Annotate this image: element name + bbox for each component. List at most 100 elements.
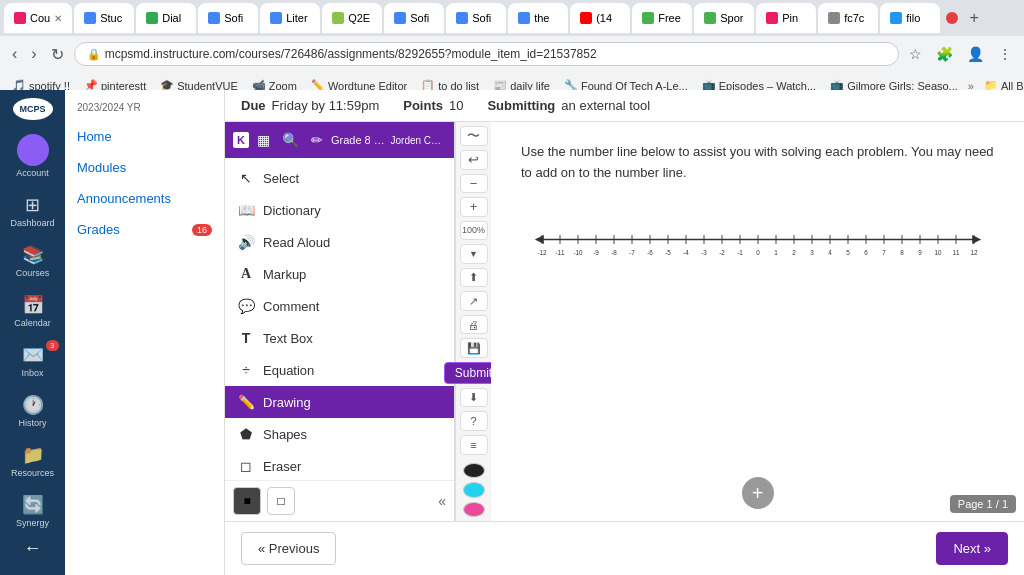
tab-stuc[interactable]: Stuc: [74, 3, 134, 33]
history-icon: 🕐: [22, 394, 44, 416]
save-btn[interactable]: 💾: [460, 338, 488, 358]
forward-btn[interactable]: ›: [27, 41, 40, 67]
tool-comment[interactable]: 💬 Comment: [225, 290, 454, 322]
search-icon[interactable]: 🔍: [278, 130, 303, 150]
tab-dial[interactable]: Dial: [136, 3, 196, 33]
zoom-out-btn[interactable]: −: [460, 174, 488, 194]
bookmark-star-btn[interactable]: ☆: [905, 42, 926, 66]
new-tab-btn[interactable]: +: [960, 4, 988, 32]
calendar-label: Calendar: [14, 318, 51, 328]
tab-fc7c[interactable]: fc7c: [818, 3, 878, 33]
sidebar-item-account[interactable]: Account: [5, 128, 61, 184]
profile-btn[interactable]: 👤: [963, 42, 988, 66]
tool-text-box[interactable]: T Text Box: [225, 322, 454, 354]
kuta-icon[interactable]: K: [233, 132, 249, 148]
color-cyan[interactable]: [463, 482, 485, 498]
tool-read-aloud[interactable]: 🔊 Read Aloud: [225, 226, 454, 258]
menu-btn[interactable]: ⋮: [994, 42, 1016, 66]
import-btn[interactable]: ⬆: [460, 268, 488, 288]
share-btn[interactable]: ↗: [460, 291, 488, 311]
tab-filo[interactable]: filo: [880, 3, 940, 33]
tool-equation-label: Equation: [263, 363, 314, 378]
pdf-content-area: Use the number line below to assist you …: [491, 122, 1024, 521]
extensions-btn[interactable]: 🧩: [932, 42, 957, 66]
pdf-title: Grade 8 Math-...: [331, 134, 387, 146]
submitting-field: Submitting an external tool: [487, 98, 650, 113]
tool-drawing[interactable]: ✏️ Drawing: [225, 386, 454, 418]
markup-icon: A: [237, 265, 255, 283]
tool-select-label: Select: [263, 171, 299, 186]
svg-text:8: 8: [900, 248, 904, 255]
download-btn[interactable]: ⬇: [460, 388, 488, 408]
nav-announcements-link[interactable]: Announcements: [65, 183, 224, 214]
print-btn[interactable]: 🖨: [460, 315, 488, 335]
tool-equation[interactable]: ÷ Equation: [225, 354, 454, 386]
tool-eraser[interactable]: ◻ Eraser: [225, 450, 454, 480]
tab-the[interactable]: the: [508, 3, 568, 33]
grades-badge: 16: [192, 224, 212, 236]
svg-text:-12: -12: [537, 248, 547, 255]
tab-close-btn[interactable]: ✕: [54, 13, 62, 24]
color-black[interactable]: [463, 463, 485, 479]
sidebar-item-calendar[interactable]: 📅 Calendar: [5, 288, 61, 334]
tab-sofi2[interactable]: Sofi: [384, 3, 444, 33]
more-btn[interactable]: ≡: [460, 435, 488, 455]
collapse-panel-btn[interactable]: «: [438, 493, 446, 509]
pdf-right-tools: 〜 ↩ − + 100% ▼ ⬆ ↗ 🖨 💾 Submit ⬇ ? ≡: [455, 122, 491, 521]
sidebar-item-resources[interactable]: 📁 Resources: [5, 438, 61, 484]
light-toggle-btn[interactable]: □: [267, 487, 295, 515]
page-current-num: 1: [987, 498, 993, 510]
refresh-btn[interactable]: ↻: [47, 41, 68, 68]
bottom-nav: « Previous Next »: [225, 521, 1024, 575]
select-icon: ↖: [237, 169, 255, 187]
next-btn[interactable]: Next »: [936, 532, 1008, 565]
active-tab[interactable]: Cou ✕: [4, 3, 72, 33]
tab-spor[interactable]: Spor: [694, 3, 754, 33]
tab-sofi1[interactable]: Sofi: [198, 3, 258, 33]
courses-icon: 📚: [22, 244, 44, 266]
sidebar-back-btn[interactable]: ←: [24, 538, 42, 559]
sidebar-item-inbox[interactable]: ✉️ Inbox 3: [5, 338, 61, 384]
tab-sofi3[interactable]: Sofi: [446, 3, 506, 33]
resources-label: Resources: [11, 468, 54, 478]
tab-free[interactable]: Free: [632, 3, 692, 33]
dashboard-label: Dashboard: [10, 218, 54, 228]
grid-icon[interactable]: ▦: [253, 130, 274, 150]
tool-shapes[interactable]: ⬟ Shapes: [225, 418, 454, 450]
tool-dictionary[interactable]: 📖 Dictionary: [225, 194, 454, 226]
sidebar-item-synergy[interactable]: 🔄 Synergy: [5, 488, 61, 534]
submitting-value: an external tool: [561, 98, 650, 113]
back-btn[interactable]: ‹: [8, 41, 21, 67]
nav-home-link[interactable]: Home: [65, 121, 224, 152]
sidebar-item-history[interactable]: 🕐 History: [5, 388, 61, 434]
svg-text:-2: -2: [719, 248, 725, 255]
dark-toggle-btn[interactable]: ■: [233, 487, 261, 515]
tab-pin[interactable]: Pin: [756, 3, 816, 33]
tool-select[interactable]: ↖ Select: [225, 162, 454, 194]
nav-panel: 2023/2024 YR Home Modules Announcements …: [65, 90, 225, 575]
undo-btn[interactable]: ↩: [460, 150, 488, 170]
address-bar[interactable]: 🔒 mcpsmd.instructure.com/courses/726486/…: [74, 42, 899, 66]
previous-btn[interactable]: « Previous: [241, 532, 336, 565]
edit-icon[interactable]: ✏: [307, 130, 327, 150]
tab-q2e[interactable]: Q2E: [322, 3, 382, 33]
zoom-level-btn[interactable]: 100%: [460, 221, 488, 241]
nav-grades-link[interactable]: Grades 16: [65, 214, 224, 245]
zoom-in-btn[interactable]: +: [460, 197, 488, 217]
tool-markup[interactable]: A Markup: [225, 258, 454, 290]
sidebar-item-courses[interactable]: 📚 Courses: [5, 238, 61, 284]
help-btn[interactable]: ?: [460, 411, 488, 431]
points-value: 10: [449, 98, 463, 113]
address-text: mcpsmd.instructure.com/courses/726486/as…: [105, 47, 597, 61]
zoom-dropdown-btn[interactable]: ▼: [460, 244, 488, 264]
curve-tool-btn[interactable]: 〜: [460, 126, 488, 146]
svg-text:-5: -5: [665, 248, 671, 255]
tab-liter[interactable]: Liter: [260, 3, 320, 33]
nav-modules-link[interactable]: Modules: [65, 152, 224, 183]
tab-yt[interactable]: (14: [570, 3, 630, 33]
svg-text:10: 10: [934, 248, 942, 255]
sidebar-item-dashboard[interactable]: ⊞ Dashboard: [5, 188, 61, 234]
color-pink[interactable]: [463, 502, 485, 518]
add-page-btn[interactable]: +: [742, 477, 774, 509]
tool-shapes-label: Shapes: [263, 427, 307, 442]
